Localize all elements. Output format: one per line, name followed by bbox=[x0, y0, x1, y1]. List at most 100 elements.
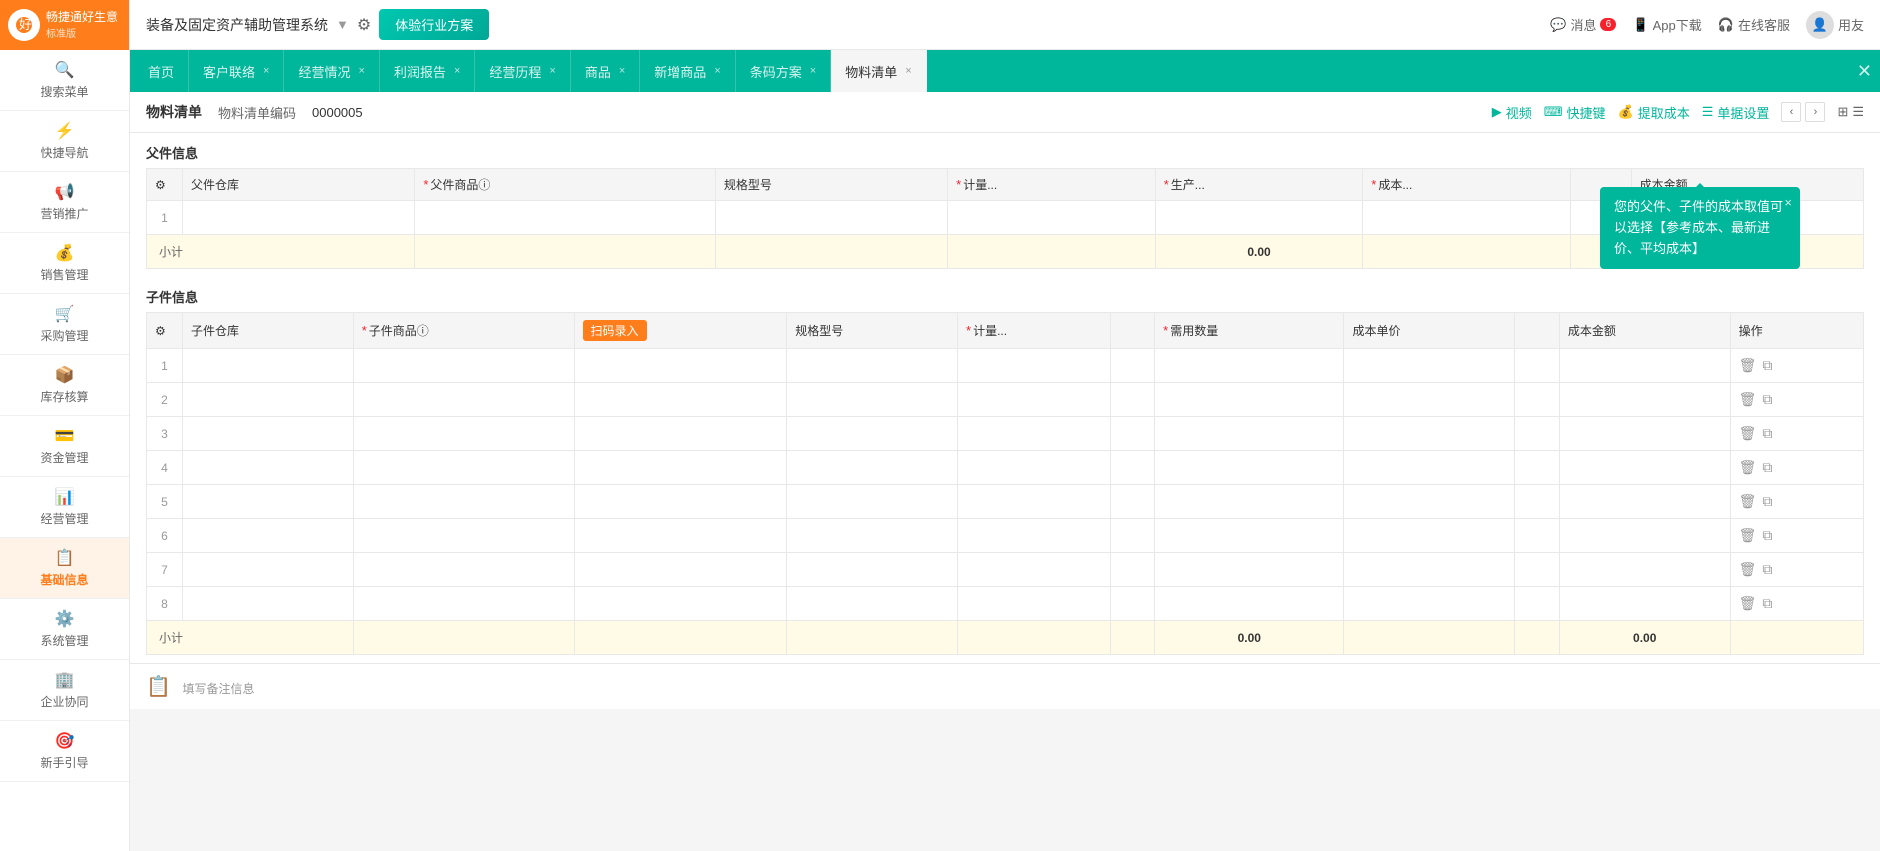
view-tool[interactable]: ▶ 视频 bbox=[1492, 103, 1532, 122]
child-row-4-unit-cost[interactable] bbox=[1344, 451, 1515, 485]
sidebar-item-purchase[interactable]: 🛒采购管理 bbox=[0, 294, 129, 355]
child-row-8-unit[interactable] bbox=[958, 587, 1111, 621]
child-row-7-amount[interactable] bbox=[1559, 553, 1730, 587]
child-row-4-unit[interactable] bbox=[958, 451, 1111, 485]
child-row-8-delete-icon[interactable]: 🗑 bbox=[1739, 595, 1757, 612]
sidebar-item-finance[interactable]: 💳资金管理 bbox=[0, 416, 129, 477]
tab-customer[interactable]: 客户联络 × bbox=[189, 50, 284, 92]
child-row-3-warehouse[interactable] bbox=[183, 417, 354, 451]
next-button[interactable]: › bbox=[1805, 102, 1825, 122]
sidebar-item-system[interactable]: ⚙️系统管理 bbox=[0, 599, 129, 660]
child-row-2-unit-cost[interactable] bbox=[1344, 383, 1515, 417]
tab-business[interactable]: 经营情况 × bbox=[284, 50, 379, 92]
tab-goods[interactable]: 商品 × bbox=[571, 50, 640, 92]
tab-history-close[interactable]: × bbox=[549, 65, 555, 77]
tab-customer-close[interactable]: × bbox=[263, 65, 269, 77]
tab-bom[interactable]: 物料清单 × bbox=[831, 50, 926, 92]
child-row-4-copy-icon[interactable]: ⧉ bbox=[1762, 459, 1772, 476]
sidebar-item-quicknav[interactable]: ⚡快捷导航 bbox=[0, 111, 129, 172]
child-row-5-scan[interactable] bbox=[574, 485, 787, 519]
child-row-1-unit[interactable] bbox=[958, 349, 1111, 383]
close-all-icon[interactable]: ✕ bbox=[1857, 61, 1872, 82]
child-th-scan[interactable]: 扫码录入 bbox=[574, 313, 787, 349]
child-row-1-spec[interactable] bbox=[787, 349, 958, 383]
child-row-1-copy-icon[interactable]: ⧉ bbox=[1762, 357, 1772, 374]
tab-new-goods[interactable]: 新增商品 × bbox=[640, 50, 735, 92]
child-row-3-unit-cost[interactable] bbox=[1344, 417, 1515, 451]
child-row-5-warehouse[interactable] bbox=[183, 485, 354, 519]
child-row-4-extra2[interactable] bbox=[1515, 451, 1560, 485]
child-row-3-unit[interactable] bbox=[958, 417, 1111, 451]
child-row-5-extra2[interactable] bbox=[1515, 485, 1560, 519]
child-row-6-scan[interactable] bbox=[574, 519, 787, 553]
child-row-1-delete-icon[interactable]: 🗑 bbox=[1739, 357, 1757, 374]
child-row-4-delete-icon[interactable]: 🗑 bbox=[1739, 459, 1757, 476]
child-row-1-unit-cost[interactable] bbox=[1344, 349, 1515, 383]
child-row-4-goods[interactable] bbox=[353, 451, 574, 485]
tab-business-close[interactable]: × bbox=[358, 65, 364, 77]
child-row-3-delete-icon[interactable]: 🗑 bbox=[1739, 425, 1757, 442]
child-row-3-extra2[interactable] bbox=[1515, 417, 1560, 451]
prev-button[interactable]: ‹ bbox=[1781, 102, 1801, 122]
child-row-8-unit-cost[interactable] bbox=[1344, 587, 1515, 621]
child-row-2-unit[interactable] bbox=[958, 383, 1111, 417]
tab-barcode-close[interactable]: × bbox=[810, 65, 816, 77]
child-row-4-warehouse[interactable] bbox=[183, 451, 354, 485]
parent-th-gear[interactable]: ⚙ bbox=[147, 169, 183, 201]
child-row-3-scan[interactable] bbox=[574, 417, 787, 451]
tab-history[interactable]: 经营历程 × bbox=[475, 50, 570, 92]
child-row-2-scan[interactable] bbox=[574, 383, 787, 417]
sidebar-item-operations[interactable]: 📊经营管理 bbox=[0, 477, 129, 538]
child-row-5-unit[interactable] bbox=[958, 485, 1111, 519]
child-row-7-delete-icon[interactable]: 🗑 bbox=[1739, 561, 1757, 578]
settings-icon[interactable]: ⚙ bbox=[357, 15, 371, 35]
message-action[interactable]: 💬 消息 6 bbox=[1550, 15, 1616, 34]
child-row-5-amount[interactable] bbox=[1559, 485, 1730, 519]
parent-row-1-production[interactable] bbox=[1155, 201, 1363, 235]
child-row-8-amount[interactable] bbox=[1559, 587, 1730, 621]
sidebar-item-sales[interactable]: 💰销售管理 bbox=[0, 233, 129, 294]
child-row-6-warehouse[interactable] bbox=[183, 519, 354, 553]
child-row-7-goods[interactable] bbox=[353, 553, 574, 587]
child-row-1-extra[interactable] bbox=[1110, 349, 1155, 383]
sidebar-item-basic[interactable]: 📋基础信息 bbox=[0, 538, 129, 599]
child-row-8-goods[interactable] bbox=[353, 587, 574, 621]
child-row-2-delete-icon[interactable]: 🗑 bbox=[1739, 391, 1757, 408]
child-row-3-copy-icon[interactable]: ⧉ bbox=[1762, 425, 1772, 442]
child-row-5-copy-icon[interactable]: ⧉ bbox=[1762, 493, 1772, 510]
child-row-4-scan[interactable] bbox=[574, 451, 787, 485]
tab-profit[interactable]: 利润报告 × bbox=[380, 50, 475, 92]
child-row-6-spec[interactable] bbox=[787, 519, 958, 553]
child-row-6-copy-icon[interactable]: ⧉ bbox=[1762, 527, 1772, 544]
child-row-4-amount[interactable] bbox=[1559, 451, 1730, 485]
child-row-4-quantity[interactable] bbox=[1155, 451, 1344, 485]
child-row-2-quantity[interactable] bbox=[1155, 383, 1344, 417]
child-row-4-extra[interactable] bbox=[1110, 451, 1155, 485]
child-row-2-spec[interactable] bbox=[787, 383, 958, 417]
parent-row-1-unit[interactable] bbox=[948, 201, 1156, 235]
child-row-6-quantity[interactable] bbox=[1155, 519, 1344, 553]
child-row-6-goods[interactable] bbox=[353, 519, 574, 553]
child-row-1-warehouse[interactable] bbox=[183, 349, 354, 383]
child-row-7-scan[interactable] bbox=[574, 553, 787, 587]
tab-home[interactable]: 首页 bbox=[134, 50, 189, 92]
child-row-3-quantity[interactable] bbox=[1155, 417, 1344, 451]
child-row-7-copy-icon[interactable]: ⧉ bbox=[1762, 561, 1772, 578]
child-row-4-spec[interactable] bbox=[787, 451, 958, 485]
child-row-2-warehouse[interactable] bbox=[183, 383, 354, 417]
child-row-3-spec[interactable] bbox=[787, 417, 958, 451]
child-row-8-warehouse[interactable] bbox=[183, 587, 354, 621]
child-row-1-amount[interactable] bbox=[1559, 349, 1730, 383]
sidebar-item-marketing[interactable]: 📢营销推广 bbox=[0, 172, 129, 233]
child-row-2-goods[interactable] bbox=[353, 383, 574, 417]
child-row-2-extra2[interactable] bbox=[1515, 383, 1560, 417]
child-row-7-quantity[interactable] bbox=[1155, 553, 1344, 587]
tab-profit-close[interactable]: × bbox=[454, 65, 460, 77]
child-row-5-delete-icon[interactable]: 🗑 bbox=[1739, 493, 1757, 510]
parent-row-1-warehouse[interactable] bbox=[183, 201, 415, 235]
child-row-7-unit[interactable] bbox=[958, 553, 1111, 587]
user-action[interactable]: 👤 用友 bbox=[1806, 11, 1864, 39]
sidebar-item-search[interactable]: 🔍搜索菜单 bbox=[0, 50, 129, 111]
child-row-1-extra2[interactable] bbox=[1515, 349, 1560, 383]
child-th-gear[interactable]: ⚙ bbox=[147, 313, 183, 349]
